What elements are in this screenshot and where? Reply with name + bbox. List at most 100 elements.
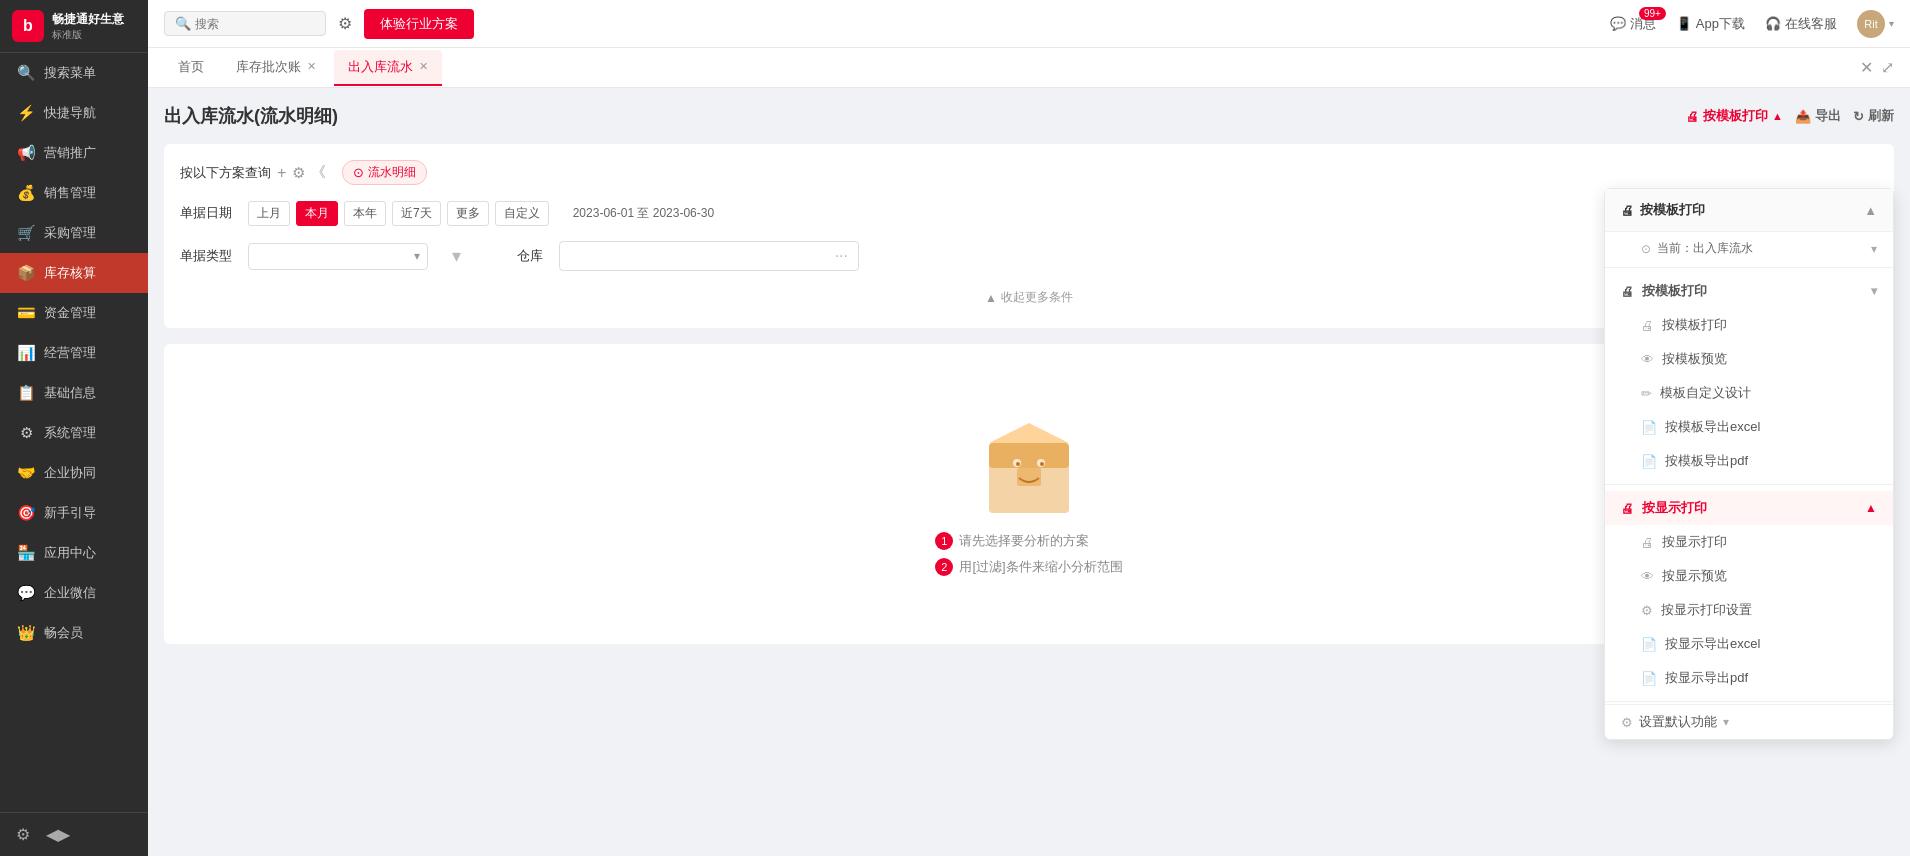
sidebar-item-wechat[interactable]: 💬 企业微信 [0,573,148,613]
dropdown-item-template-excel[interactable]: 📄 按模板导出excel [1605,410,1893,444]
dropdown-section-display-header[interactable]: 🖨 按显示打印 ▲ [1605,491,1893,525]
dropdown-panel-collapse-icon[interactable]: ▲ [1864,203,1877,218]
avatar: Rit [1857,10,1885,38]
set-default-item[interactable]: ⚙ 设置默认功能 ▾ [1621,713,1729,731]
print-header-icon: 🖨 [1621,203,1634,218]
app-download-item[interactable]: 📱 App下载 [1676,15,1745,33]
dropdown-item-display-excel[interactable]: 📄 按显示导出excel [1605,627,1893,661]
dropdown-item-template-pdf[interactable]: 📄 按模板导出pdf [1605,444,1893,478]
tab-inventory-flow[interactable]: 出入库流水 ✕ [334,50,442,86]
dropdown-panel-header: 🖨 按模板打印 ▲ [1605,189,1893,232]
settings-icon[interactable]: ⚙ [16,825,30,844]
divider-2 [1605,484,1893,485]
display-pdf-icon: 📄 [1641,671,1657,686]
sidebar-item-purchase[interactable]: 🛒 采购管理 [0,213,148,253]
svg-point-7 [1040,462,1044,466]
sidebar-item-app-center[interactable]: 🏪 应用中心 [0,533,148,573]
tabs-bar: 首页 库存批次账 ✕ 出入库流水 ✕ ✕ ⤢ [148,48,1910,88]
collapse-btn[interactable]: ▲ 收起更多条件 [985,283,1073,312]
template-pdf-icon: 📄 [1641,454,1657,469]
page-title-actions: 🖨 按模板打印 ▲ 📤 导出 ↻ 刷新 [1686,107,1894,125]
current-selection-icon: ⊙ [1641,242,1651,256]
header-gear-icon[interactable]: ⚙ [338,14,352,33]
sidebar-item-sales[interactable]: 💰 销售管理 [0,173,148,213]
filter-setting-icon[interactable]: ⚙ [292,164,305,182]
sidebar-item-quick-nav[interactable]: ⚡ 快捷导航 [0,93,148,133]
dropdown-section-template-header[interactable]: 🖨 按模板打印 ▾ [1605,274,1893,308]
current-selection-arrow: ▾ [1871,242,1877,256]
display-excel-icon: 📄 [1641,637,1657,652]
date-btn-current-year[interactable]: 本年 [344,201,386,226]
dropdown-item-template-preview[interactable]: 👁 按模板预览 [1605,342,1893,376]
export-btn[interactable]: 📤 导出 [1795,107,1841,125]
warehouse-more-btn[interactable]: ··· [835,247,848,265]
close-window-btn[interactable]: ✕ [1860,58,1873,77]
display-settings-icon: ⚙ [1641,603,1653,618]
empty-illustration [969,408,1089,528]
headset-icon: 🎧 [1765,16,1781,31]
sidebar-item-cooperation[interactable]: 🤝 企业协同 [0,453,148,493]
header-search-box[interactable]: 🔍 [164,11,326,36]
tip-item-2: 2 用[过滤]条件来缩小分析范围 [935,554,1122,580]
sidebar-item-system[interactable]: ⚙ 系统管理 [0,413,148,453]
sidebar-item-operation[interactable]: 📊 经营管理 [0,333,148,373]
date-btn-custom[interactable]: 自定义 [495,201,549,226]
dropdown-item-display-pdf[interactable]: 📄 按显示导出pdf [1605,661,1893,695]
template-preview-icon: 👁 [1641,352,1654,367]
user-avatar-item[interactable]: Rit ▾ [1857,10,1894,38]
dropdown-section-template: 🖨 按模板打印 ▾ 🖨 按模板打印 👁 按模板预览 ✏ 模板自定义设计 [1605,270,1893,482]
basic-icon: 📋 [16,383,36,403]
date-btn-more[interactable]: 更多 [447,201,489,226]
sidebar-item-basic[interactable]: 📋 基础信息 [0,373,148,413]
tab-inventory-flow-close[interactable]: ✕ [419,60,428,73]
filter-collapse-icon[interactable]: 《 [311,163,326,182]
wechat-icon: 💬 [16,583,36,603]
sidebar-item-finance[interactable]: 💳 资金管理 [0,293,148,333]
dropdown-item-display-preview[interactable]: 👁 按显示预览 [1605,559,1893,593]
logo-text: 畅捷通好生意 标准版 [52,11,124,42]
dropdown-item-template-custom[interactable]: ✏ 模板自定义设计 [1605,376,1893,410]
toggle-sidebar-icon[interactable]: ◀▶ [46,825,70,844]
app-download-icon: 📱 [1676,16,1692,31]
sidebar-item-guide[interactable]: 🎯 新手引导 [0,493,148,533]
dropdown-item-template-print[interactable]: 🖨 按模板打印 [1605,308,1893,342]
sidebar-item-marketing[interactable]: 📢 营销推广 [0,133,148,173]
message-item[interactable]: 💬 消息 99+ [1610,15,1656,33]
industry-btn[interactable]: 体验行业方案 [364,9,474,39]
search-input[interactable] [195,17,315,31]
dropdown-panel-title: 🖨 按模板打印 [1621,201,1705,219]
dropdown-section-display: 🖨 按显示打印 ▲ 🖨 按显示打印 👁 按显示预览 ⚙ 按显示打印设置 [1605,487,1893,699]
sidebar-item-search-menu[interactable]: 🔍 搜索菜单 [0,53,148,93]
dropdown-item-display-settings[interactable]: ⚙ 按显示打印设置 [1605,593,1893,627]
guide-icon: 🎯 [16,503,36,523]
voucher-type-select[interactable] [248,243,428,270]
date-btn-last-month[interactable]: 上月 [248,201,290,226]
chevron-down-icon: ▾ [1889,18,1894,29]
logo-icon: b [12,10,44,42]
filter-tag: ⊙ 流水明细 [342,160,427,185]
sidebar: b 畅捷通好生意 标准版 🔍 搜索菜单 ⚡ 快捷导航 📢 营销推广 💰 销售管理… [0,0,148,856]
refresh-btn[interactable]: ↻ 刷新 [1853,107,1894,125]
sidebar-menu: 🔍 搜索菜单 ⚡ 快捷导航 📢 营销推广 💰 销售管理 🛒 采购管理 📦 库存核… [0,53,148,812]
main-area: 🔍 ⚙ 体验行业方案 💬 消息 99+ 📱 App下载 🎧 在线客服 Rit [148,0,1910,856]
system-icon: ⚙ [16,423,36,443]
date-btn-current-month[interactable]: 本月 [296,201,338,226]
tab-home[interactable]: 首页 [164,50,218,86]
online-service-item[interactable]: 🎧 在线客服 [1765,15,1837,33]
dropdown-item-display-print[interactable]: 🖨 按显示打印 [1605,525,1893,559]
tab-batch-account-close[interactable]: ✕ [307,60,316,73]
template-print-item-icon: 🖨 [1641,318,1654,333]
date-btn-last-7days[interactable]: 近7天 [392,201,441,226]
page-content: 出入库流水(流水明细) 🖨 按模板打印 ▲ 📤 导出 ↻ 刷新 [148,88,1910,856]
voucher-type-more[interactable]: ▾ [452,245,461,267]
expand-window-btn[interactable]: ⤢ [1881,58,1894,77]
date-range: 2023-06-01 至 2023-06-30 [573,205,714,222]
sidebar-item-vip[interactable]: 👑 畅会员 [0,613,148,653]
filter-add-icon[interactable]: + [277,164,286,182]
tab-batch-account[interactable]: 库存批次账 ✕ [222,50,330,86]
set-default-arrow: ▾ [1723,715,1729,729]
print-template-btn[interactable]: 🖨 按模板打印 ▲ [1686,107,1783,125]
search-icon: 🔍 [175,16,191,31]
sidebar-item-inventory[interactable]: 📦 库存核算 [0,253,148,293]
top-header: 🔍 ⚙ 体验行业方案 💬 消息 99+ 📱 App下载 🎧 在线客服 Rit [148,0,1910,48]
